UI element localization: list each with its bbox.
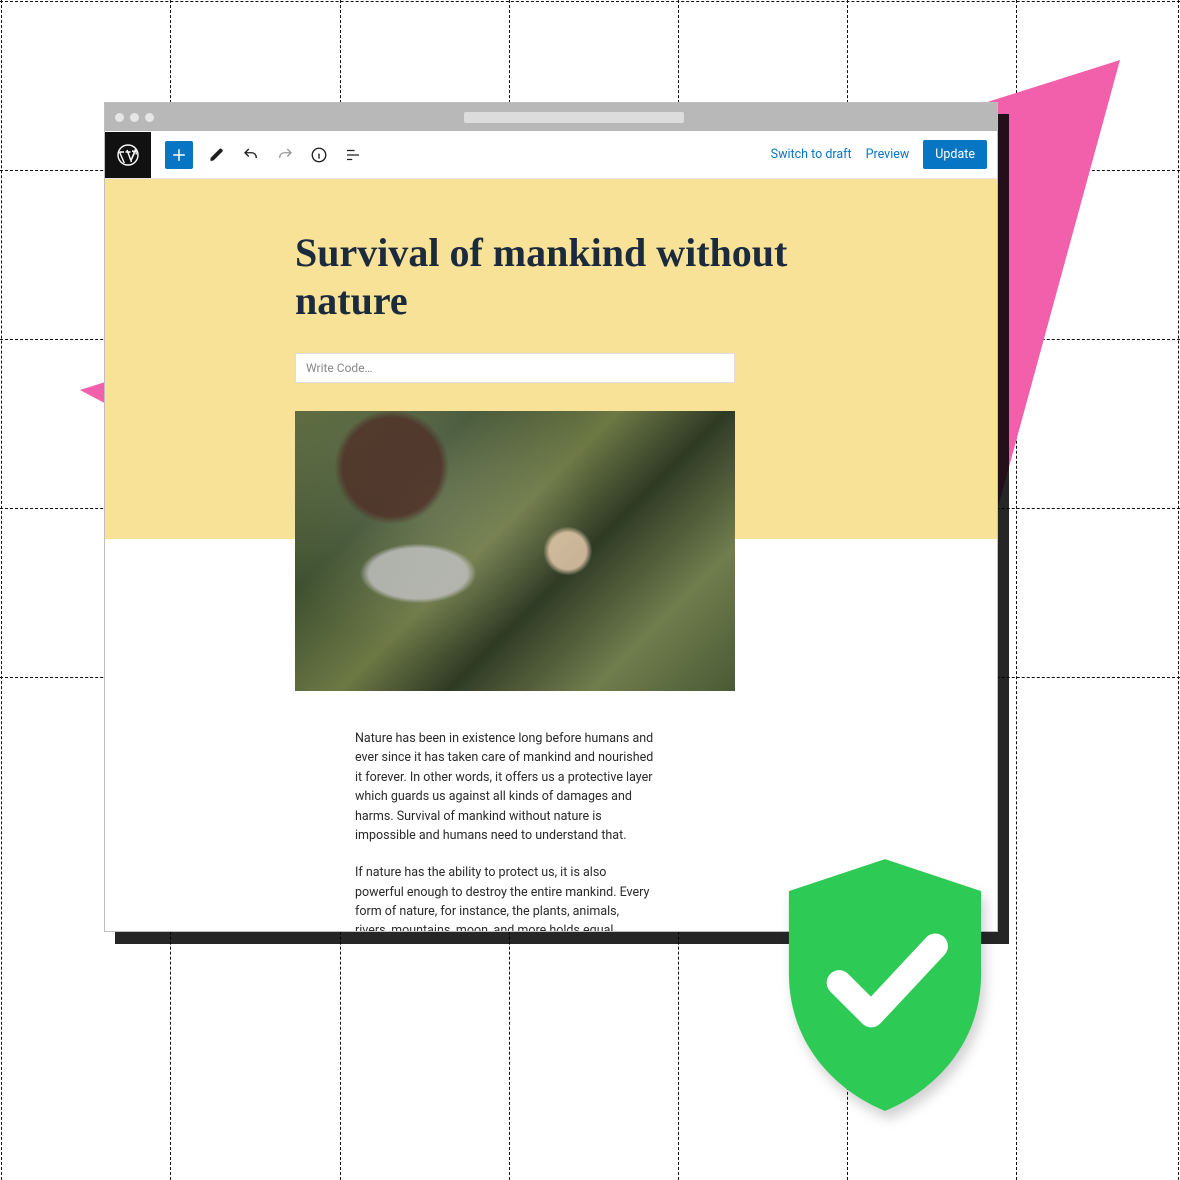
grid-line [1178,0,1179,1180]
outline-icon[interactable] [343,145,363,165]
featured-image[interactable] [295,411,735,691]
browser-window: Switch to draft Preview Update Survival … [104,102,998,932]
window-control-dot [145,113,154,122]
undo-icon[interactable] [241,145,261,165]
editor-toolbar: Switch to draft Preview Update [105,131,997,179]
add-block-button[interactable] [165,141,193,169]
grid-line [0,1,1180,2]
code-block-input[interactable]: Write Code… [295,353,735,383]
wordpress-logo[interactable] [105,132,151,178]
editor-canvas: Survival of mankind without nature Write… [105,179,997,931]
paragraph[interactable]: Nature has been in existence long before… [355,729,655,845]
post-body[interactable]: Nature has been in existence long before… [295,729,655,931]
grid-line [1,0,2,1180]
paragraph[interactable]: If nature has the ability to protect us,… [355,863,655,931]
browser-address-placeholder [464,112,684,123]
switch-to-draft-link[interactable]: Switch to draft [771,147,852,162]
info-icon[interactable] [309,145,329,165]
security-shield-badge [770,850,1000,1120]
preview-link[interactable]: Preview [866,147,910,162]
edit-icon[interactable] [207,145,227,165]
window-control-dot [115,113,124,122]
post-title[interactable]: Survival of mankind without nature [295,229,807,325]
window-control-dot [130,113,139,122]
redo-icon[interactable] [275,145,295,165]
update-button[interactable]: Update [923,140,987,169]
browser-titlebar [105,103,997,131]
